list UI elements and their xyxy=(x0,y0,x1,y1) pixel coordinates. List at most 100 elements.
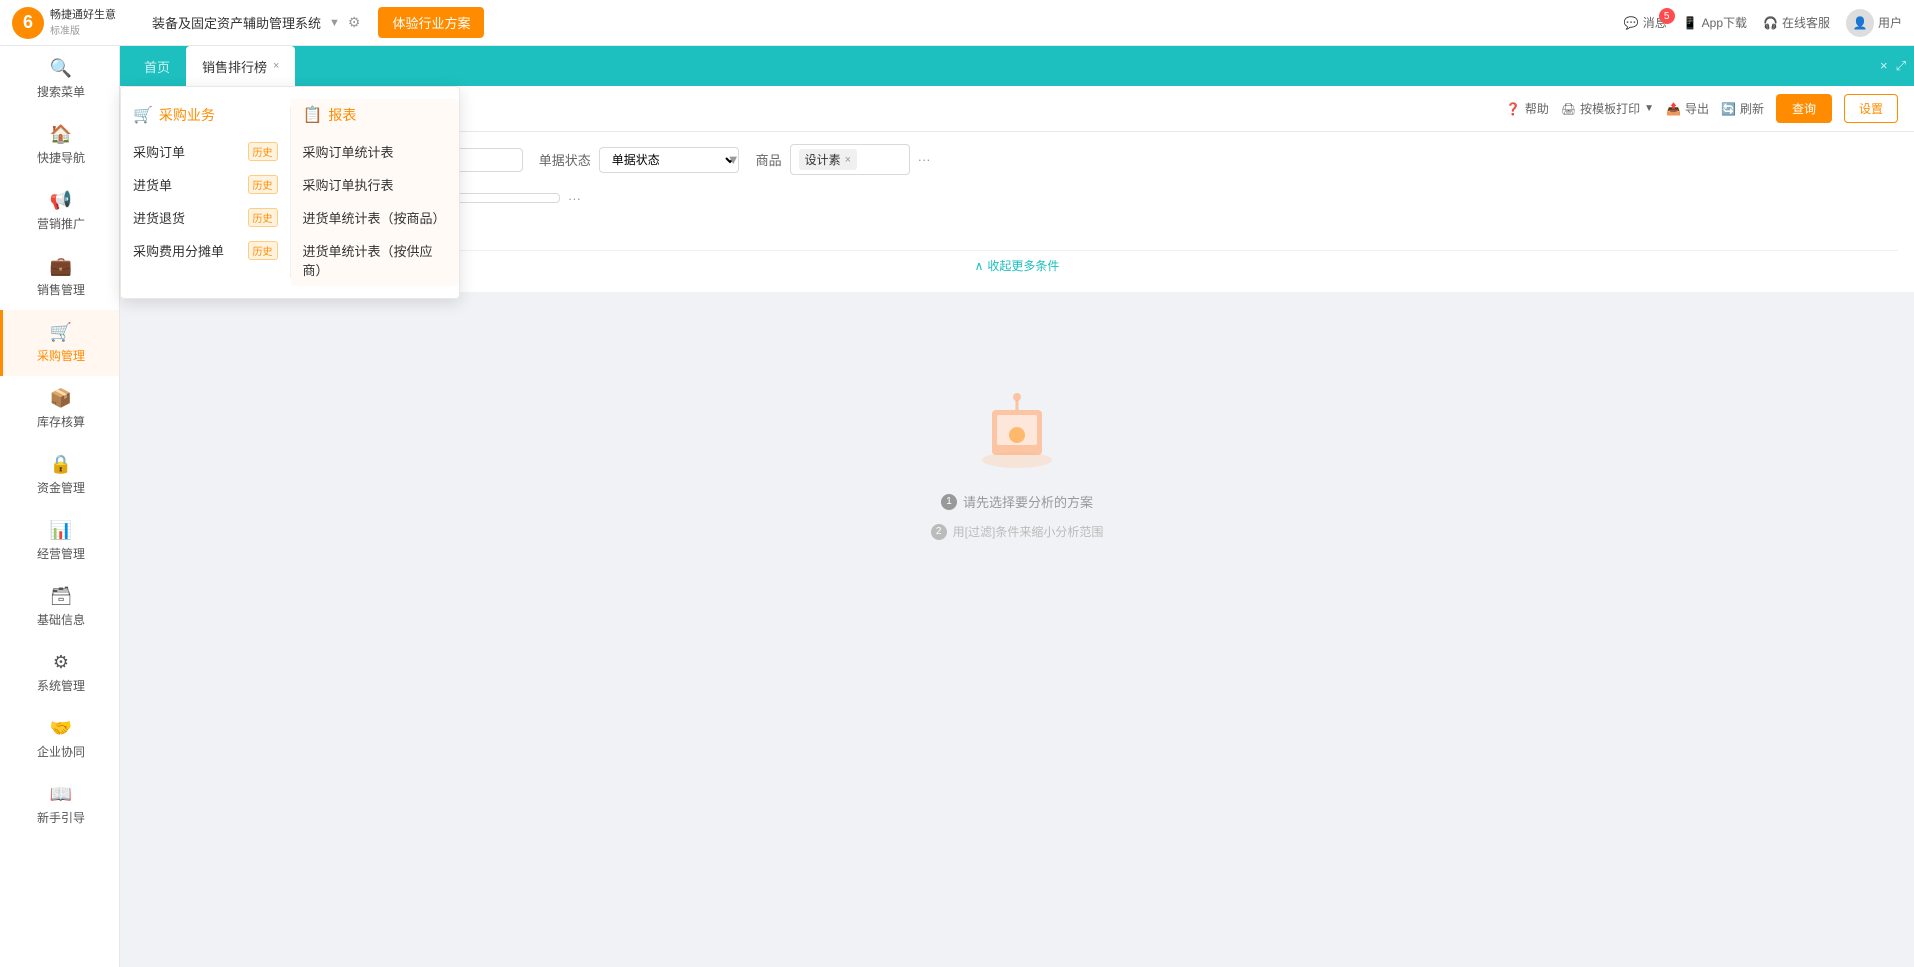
sidebar-item-guide[interactable]: 📖 新手引导 xyxy=(0,772,119,838)
sidebar-label-purchase: 采购管理 xyxy=(37,347,85,364)
sidebar-label-system: 系统管理 xyxy=(37,677,85,694)
print-button[interactable]: 🖨 按模板打印 ▼ xyxy=(1561,100,1654,117)
tab-close-icon[interactable]: × xyxy=(273,60,279,72)
refresh-button[interactable]: 🔄 刷新 xyxy=(1721,100,1764,117)
sidebar-item-enterprise[interactable]: 🤝 企业协同 xyxy=(0,706,119,772)
gear-icon: ⚙ xyxy=(53,652,69,673)
sidebar-label-basic: 基础信息 xyxy=(37,611,85,628)
dropdown-cols: 🛒 采购业务 采购订单 历史 进货单 历史 进货退货 历史 采购费用分摊单 历史 xyxy=(121,99,459,286)
export-label: 导出 xyxy=(1685,100,1709,117)
report-header: 📋 报表 xyxy=(303,99,448,135)
filter-goods: 商品 设计素 × ··· xyxy=(756,144,931,175)
purchase-order-stats-item[interactable]: 采购订单统计表 xyxy=(303,135,448,168)
database-icon: 🗃 xyxy=(50,586,73,607)
query-button[interactable]: 查询 xyxy=(1776,94,1832,123)
purchase-dropdown-menu: 🛒 采购业务 采购订单 历史 进货单 历史 进货退货 历史 采购费用分摊单 历史 xyxy=(120,86,460,299)
sidebar-item-system[interactable]: ⚙ 系统管理 xyxy=(0,640,119,706)
sidebar-item-sales[interactable]: 💼 销售管理 xyxy=(0,244,119,310)
purchase-return-item[interactable]: 进货退货 历史 xyxy=(133,201,278,234)
settings-button[interactable]: 设置 xyxy=(1844,94,1898,123)
app-download-item[interactable]: 📱 App下载 xyxy=(1683,14,1747,31)
tab-sales-rank[interactable]: 销售排行榜 × xyxy=(186,46,295,86)
purchase-expense-label: 采购费用分摊单 xyxy=(133,241,224,260)
purchase-order-history: 历史 xyxy=(248,142,278,161)
purchase-header-label: 采购业务 xyxy=(159,105,215,125)
sidebar-item-purchase[interactable]: 🛒 采购管理 xyxy=(0,310,119,376)
window-close-icon[interactable]: × xyxy=(1880,58,1888,74)
collapse-button[interactable]: ∧ 收起更多条件 xyxy=(969,251,1066,280)
export-button[interactable]: 📤 导出 xyxy=(1666,100,1709,117)
user-item[interactable]: 👤 用户 xyxy=(1846,9,1902,37)
hint1-number: 1 xyxy=(941,494,957,510)
purchase-expense-item[interactable]: 采购费用分摊单 历史 xyxy=(133,234,278,267)
purchase-order-stats-label: 采购订单统计表 xyxy=(303,142,394,161)
logo-area: 6 畅捷通好生意 标准版 xyxy=(12,7,132,39)
sidebar-item-quicknav[interactable]: 🏠 快捷导航 xyxy=(0,112,119,178)
sidebar-item-marketing[interactable]: 📢 营销推广 xyxy=(0,178,119,244)
purchase-receipt-label: 进货单 xyxy=(133,175,172,194)
refresh-icon: 🔄 xyxy=(1721,102,1736,116)
sidebar-item-capital[interactable]: 🔒 资金管理 xyxy=(0,442,119,508)
logo-text: 畅捷通好生意 xyxy=(50,8,116,22)
empty-hint1: 1 请先选择要分析的方案 xyxy=(941,492,1093,511)
receipt-stats-supplier-item[interactable]: 进货单统计表（按供应商） xyxy=(303,234,448,286)
sidebar-item-search[interactable]: 🔍 搜索菜单 xyxy=(0,46,119,112)
top-right: 💬 消息 5 📱 App下载 🎧 在线客服 👤 用户 xyxy=(1624,9,1902,37)
sidebar-item-basic[interactable]: 🗃 基础信息 xyxy=(0,574,119,640)
online-service-item[interactable]: 🎧 在线客服 xyxy=(1763,14,1830,31)
sidebar: 🔍 搜索菜单 🏠 快捷导航 📢 营销推广 💼 销售管理 🛒 采购管理 📦 库存核… xyxy=(0,46,120,967)
tab-home-label: 首页 xyxy=(144,57,170,76)
empty-hint2: 2 用[过滤]条件来缩小分析范围 xyxy=(931,523,1104,540)
tab-expand-area: × ⤢ xyxy=(1880,58,1906,74)
window-expand-icon[interactable]: ⤢ xyxy=(1896,58,1906,74)
logo-icon: 6 xyxy=(12,7,44,39)
purchase-order-exec-item[interactable]: 采购订单执行表 xyxy=(303,168,448,201)
goods-more-icon[interactable]: ··· xyxy=(918,152,931,167)
report-header-label: 报表 xyxy=(328,105,356,125)
tab-sales-rank-label: 销售排行榜 xyxy=(202,57,267,76)
goods-input[interactable]: 设计素 × xyxy=(790,144,910,175)
sidebar-item-inventory[interactable]: 📦 库存核算 xyxy=(0,376,119,442)
sidebar-label-enterprise: 企业协同 xyxy=(37,743,85,760)
book-icon: 📖 xyxy=(50,784,72,805)
notification-icon: 💬 xyxy=(1624,16,1639,30)
purchase-business-col: 🛒 采购业务 采购订单 历史 进货单 历史 进货退货 历史 采购费用分摊单 历史 xyxy=(121,99,290,286)
avatar: 👤 xyxy=(1846,9,1874,37)
sidebar-label-capital: 资金管理 xyxy=(37,479,85,496)
goods-tag-value: 设计素 xyxy=(805,151,841,168)
dropdown-arrow-icon[interactable]: ▼ xyxy=(329,17,340,29)
box-icon: 📦 xyxy=(50,388,72,409)
goods-tag-close[interactable]: × xyxy=(845,154,851,166)
handshake-icon: 🤝 xyxy=(50,718,72,739)
sidebar-label-operation: 经营管理 xyxy=(37,545,85,562)
system-title-text: 装备及固定资产辅助管理系统 xyxy=(152,13,321,32)
help-button[interactable]: ❓ 帮助 xyxy=(1506,100,1549,117)
settings-icon[interactable]: ⚙ xyxy=(348,14,361,31)
sidebar-label-sales: 销售管理 xyxy=(37,281,85,298)
salesman-more-icon[interactable]: ··· xyxy=(568,191,581,206)
notification-item[interactable]: 💬 消息 5 xyxy=(1624,14,1667,31)
purchase-order-item[interactable]: 采购订单 历史 xyxy=(133,135,278,168)
collapse-label: 收起更多条件 xyxy=(987,257,1059,274)
cart-icon: 🛒 xyxy=(50,322,72,343)
receipt-stats-goods-item[interactable]: 进货单统计表（按商品） xyxy=(303,201,448,234)
sidebar-label-quicknav: 快捷导航 xyxy=(37,149,85,166)
purchase-header: 🛒 采购业务 xyxy=(133,99,278,135)
app-label: App下载 xyxy=(1702,14,1747,31)
status-select[interactable]: 单据状态 xyxy=(599,147,739,173)
tab-home[interactable]: 首页 xyxy=(128,46,186,86)
purchase-header-icon: 🛒 xyxy=(133,105,153,125)
purchase-receipt-item[interactable]: 进货单 历史 xyxy=(133,168,278,201)
hint1-text: 请先选择要分析的方案 xyxy=(963,492,1093,511)
goods-tag: 设计素 × xyxy=(799,149,857,170)
purchase-return-label: 进货退货 xyxy=(133,208,185,227)
sidebar-item-operation[interactable]: 📊 经营管理 xyxy=(0,508,119,574)
export-icon: 📤 xyxy=(1666,102,1681,116)
logo-sub: 标准版 xyxy=(50,22,116,37)
trial-button[interactable]: 体验行业方案 xyxy=(378,7,484,38)
lock-icon: 🔒 xyxy=(50,454,72,475)
megaphone-icon: 📢 xyxy=(50,190,72,211)
goods-label: 商品 xyxy=(756,150,782,169)
purchase-return-history: 历史 xyxy=(248,208,278,227)
top-bar: 6 畅捷通好生意 标准版 装备及固定资产辅助管理系统 ▼ ⚙ 体验行业方案 💬 … xyxy=(0,0,1914,46)
